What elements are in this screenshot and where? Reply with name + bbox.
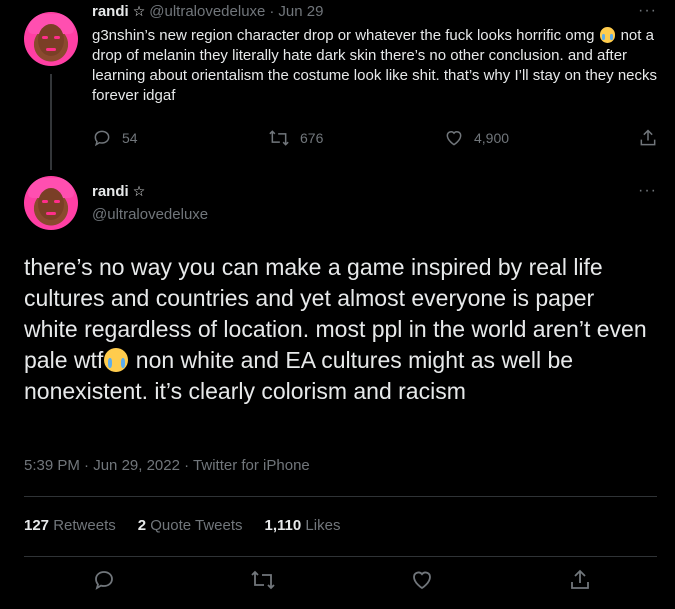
retweet-icon	[251, 570, 275, 590]
main-author-name[interactable]: randi	[92, 183, 129, 200]
reply-action-bar: 54 676 4,900	[92, 128, 662, 152]
divider	[24, 556, 657, 557]
reply-author-handle[interactable]: @ultralovedeluxe	[149, 3, 265, 20]
tweet-date[interactable]: Jun 29, 2022	[93, 457, 180, 474]
reply-retweet-button[interactable]: 676	[268, 128, 323, 148]
tweet-meta: 5:39 PM · Jun 29, 2022 · Twitter for iPh…	[24, 457, 310, 474]
reply-reply-button[interactable]: 54	[92, 128, 138, 148]
tweet-source[interactable]: Twitter for iPhone	[193, 457, 310, 474]
reply-replies-count: 54	[122, 130, 138, 146]
reply-icon	[95, 571, 113, 590]
reply-likes-count: 4,900	[474, 130, 510, 146]
verified-star-icon: ☆	[132, 183, 146, 199]
share-icon	[640, 129, 656, 146]
retweet-icon	[269, 130, 289, 146]
main-more-icon[interactable]: ···	[638, 182, 657, 200]
main-reply-button[interactable]	[92, 568, 116, 597]
engagement-stats: 127 Retweets 2 Quote Tweets 1,110 Likes	[24, 517, 340, 534]
reply-retweets-count: 676	[300, 130, 324, 146]
crying-face-emoji-icon	[104, 347, 129, 373]
meta-dot: ·	[84, 457, 90, 474]
main-tweet-text: there’s no way you can make a game inspi…	[24, 252, 654, 407]
meta-dot: ·	[184, 457, 190, 474]
main-share-button[interactable]	[568, 568, 592, 597]
crying-face-emoji-icon	[599, 26, 616, 43]
main-action-bar	[0, 568, 675, 598]
tweet-time[interactable]: 5:39 PM	[24, 457, 80, 474]
heart-icon	[413, 571, 431, 590]
heart-icon	[446, 131, 462, 146]
reply-author-name[interactable]: randi	[92, 3, 129, 20]
reply-tweet-text: g3nshin’s new region character drop or w…	[92, 26, 662, 106]
likes-stat[interactable]: 1,110 Likes	[265, 517, 341, 534]
main-retweet-button[interactable]	[250, 568, 276, 597]
verified-star-icon: ☆	[132, 3, 146, 19]
share-icon	[571, 569, 589, 589]
divider	[24, 496, 657, 497]
reply-more-icon[interactable]: ···	[638, 2, 657, 20]
reply-text-part1: g3nshin’s new region character drop or w…	[92, 27, 595, 44]
retweets-stat[interactable]: 127 Retweets	[24, 517, 116, 534]
main-author-handle[interactable]: @ultralovedeluxe	[92, 206, 208, 223]
thread-line	[50, 74, 52, 170]
quote-tweets-stat[interactable]: 2 Quote Tweets	[138, 517, 243, 534]
reply-date[interactable]: Jun 29	[278, 3, 323, 20]
reply-share-button[interactable]	[638, 128, 658, 148]
separator-dot: ·	[269, 3, 275, 20]
reply-avatar[interactable]	[24, 12, 78, 66]
reply-like-button[interactable]: 4,900	[444, 128, 509, 148]
main-like-button[interactable]	[410, 568, 434, 597]
main-avatar[interactable]	[24, 176, 78, 230]
reply-icon	[94, 130, 110, 147]
